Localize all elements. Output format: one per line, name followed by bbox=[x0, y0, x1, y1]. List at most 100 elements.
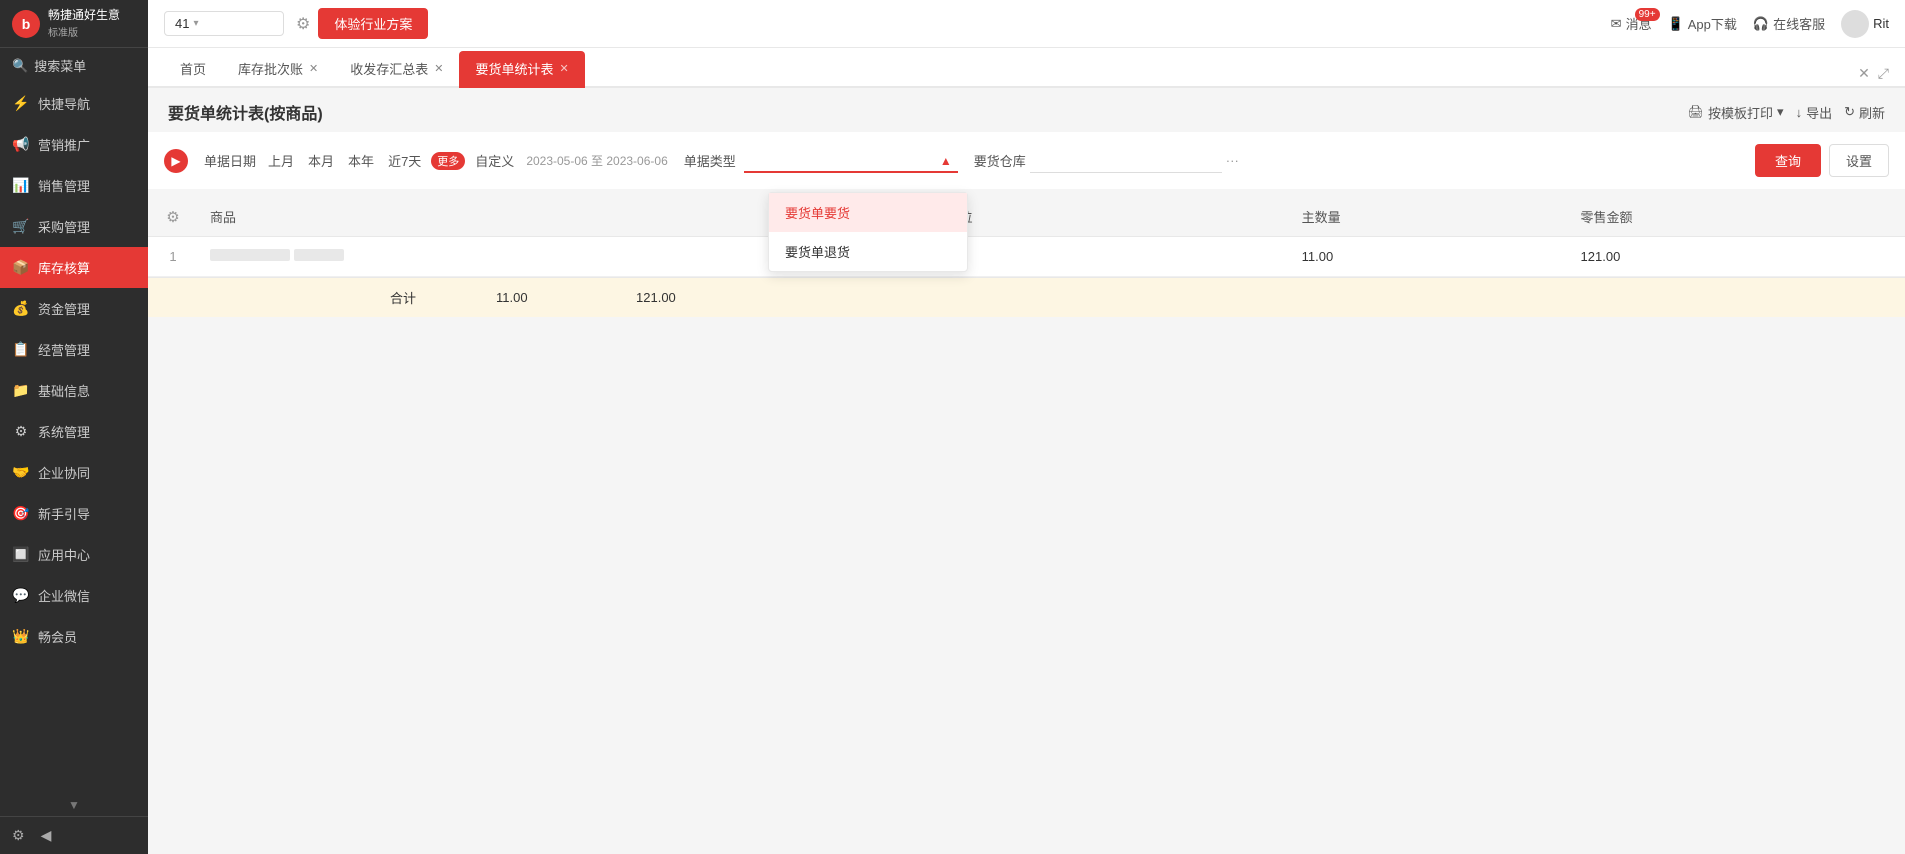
sidebar-item-label: 快捷导航 bbox=[38, 94, 90, 113]
doc-type-label: 单据类型 bbox=[684, 151, 736, 170]
goods-placeholder-2 bbox=[294, 249, 344, 261]
tab-order-stats-close[interactable]: ✕ bbox=[560, 62, 569, 75]
sidebar-item-basic-info[interactable]: 📁 基础信息 bbox=[0, 370, 148, 411]
refresh-button[interactable]: ↻ 刷新 bbox=[1844, 103, 1885, 122]
sidebar-item-system[interactable]: ⚙ 系统管理 bbox=[0, 411, 148, 452]
doc-type-input[interactable] bbox=[744, 148, 958, 173]
tabs-actions: ✕ ⤢ bbox=[1858, 65, 1889, 86]
sidebar-item-label: 营销推广 bbox=[38, 135, 90, 154]
filter-expand-button[interactable]: ▶ bbox=[164, 149, 188, 173]
trial-button[interactable]: 体验行业方案 bbox=[318, 8, 428, 39]
sidebar-item-operations[interactable]: 📋 经营管理 bbox=[0, 329, 148, 370]
date-filter-label: 单据日期 bbox=[204, 151, 256, 170]
warehouse-more-icon[interactable]: ··· bbox=[1226, 153, 1239, 168]
user-avatar bbox=[1841, 10, 1869, 38]
sidebar-item-label: 应用中心 bbox=[38, 545, 90, 564]
date-range-display: 2023-05-06 至 2023-06-06 bbox=[526, 152, 667, 169]
topbar-settings-icon[interactable]: ⚙ bbox=[296, 14, 310, 34]
message-icon: ✉ bbox=[1611, 16, 1622, 32]
date-btn-this-month[interactable]: 本月 bbox=[304, 149, 338, 172]
marketing-icon: 📢 bbox=[12, 136, 30, 153]
finance-icon: 💰 bbox=[12, 300, 30, 317]
print-template-label: 按模板打印 bbox=[1708, 103, 1773, 122]
sidebar-item-members[interactable]: 👑 畅会员 bbox=[0, 616, 148, 657]
date-btn-more[interactable]: 更多 bbox=[431, 152, 465, 170]
th-amount: 零售金额 bbox=[1569, 197, 1905, 237]
doc-type-select-wrapper: ▲ bbox=[744, 148, 958, 173]
wechat-icon: 💬 bbox=[12, 587, 30, 604]
dropdown-item-order-goods[interactable]: 要货单要货 bbox=[769, 193, 967, 232]
tab-receive-summary[interactable]: 收发存汇总表 ✕ bbox=[334, 51, 459, 88]
sidebar-settings-icon[interactable]: ⚙ bbox=[12, 827, 25, 844]
message-badge: 99+ bbox=[1635, 8, 1660, 21]
row-quantity: 11.00 bbox=[1290, 237, 1569, 277]
table-row: 1 块 11.00 121.00 bbox=[148, 237, 1905, 277]
sidebar-item-wechat[interactable]: 💬 企业微信 bbox=[0, 575, 148, 616]
sidebar-search[interactable]: 🔍 搜索菜单 bbox=[0, 48, 148, 83]
print-template-button[interactable]: 🖨 按模板打印 ▾ bbox=[1688, 103, 1784, 122]
date-btn-this-year[interactable]: 本年 bbox=[344, 149, 378, 172]
logo-area: b 畅捷通好生意 标准版 bbox=[0, 0, 148, 48]
tab-batch-account-close[interactable]: ✕ bbox=[309, 62, 318, 75]
app-name: 畅捷通好生意 bbox=[48, 8, 120, 24]
footer-label: 合计 bbox=[390, 288, 416, 307]
print-chevron-icon: ▾ bbox=[1777, 104, 1784, 120]
online-service-button[interactable]: 🎧 在线客服 bbox=[1753, 14, 1825, 33]
sidebar-item-label: 基础信息 bbox=[38, 381, 90, 400]
tab-home-label: 首页 bbox=[180, 59, 206, 78]
sidebar-item-inventory[interactable]: 📦 库存核算 bbox=[0, 247, 148, 288]
main-area: 41 ▾ ⚙ 体验行业方案 ✉ 消息 99+ 📱 App下载 🎧 在线客服 R bbox=[148, 0, 1905, 854]
system-icon: ⚙ bbox=[12, 423, 30, 440]
sidebar-item-finance[interactable]: 💰 资金管理 bbox=[0, 288, 148, 329]
sidebar-item-guide[interactable]: 🎯 新手引导 bbox=[0, 493, 148, 534]
warehouse-filter-group: 要货仓库 ··· bbox=[974, 149, 1239, 173]
table-header-row: ⚙ 商品 主计量单位 主数量 零售金额 bbox=[148, 197, 1905, 237]
sidebar-item-marketing[interactable]: 📢 营销推广 bbox=[0, 124, 148, 165]
guide-icon: 🎯 bbox=[12, 505, 30, 522]
sidebar-item-label: 经营管理 bbox=[38, 340, 90, 359]
phone-icon: 📱 bbox=[1668, 16, 1684, 32]
headset-icon: 🎧 bbox=[1753, 16, 1769, 32]
settings-icon: ⚙ bbox=[166, 209, 179, 226]
sidebar-item-purchase[interactable]: 🛒 采购管理 bbox=[0, 206, 148, 247]
refresh-icon: ↻ bbox=[1844, 104, 1855, 120]
sidebar-item-quick-nav[interactable]: ⚡ 快捷导航 bbox=[0, 83, 148, 124]
doc-type-dropdown: 要货单要货 要货单退货 bbox=[768, 192, 968, 272]
sidebar-item-label: 库存核算 bbox=[38, 258, 90, 277]
tab-order-stats-label: 要货单统计表 bbox=[475, 59, 553, 78]
store-selector[interactable]: 41 ▾ bbox=[164, 11, 284, 36]
sidebar-scroll-down[interactable]: ▼ bbox=[0, 794, 148, 816]
sidebar-item-label: 企业微信 bbox=[38, 586, 90, 605]
filter-actions: 查询 设置 bbox=[1755, 144, 1889, 177]
filter-settings-button[interactable]: 设置 bbox=[1829, 144, 1889, 177]
data-table-wrapper: ⚙ 商品 主计量单位 主数量 零售金额 1 bbox=[148, 197, 1905, 277]
sidebar-collapse-icon[interactable]: ◀ bbox=[41, 827, 52, 844]
th-settings[interactable]: ⚙ bbox=[148, 197, 198, 237]
dropdown-item-order-return[interactable]: 要货单退货 bbox=[769, 232, 967, 271]
tabs-expand-icon[interactable]: ⤢ bbox=[1878, 65, 1889, 82]
date-btn-last-month[interactable]: 上月 bbox=[264, 149, 298, 172]
app-center-icon: 🔲 bbox=[12, 546, 30, 563]
tab-order-stats[interactable]: 要货单统计表 ✕ bbox=[459, 51, 584, 88]
enterprise-icon: 🤝 bbox=[12, 464, 30, 481]
tab-home[interactable]: 首页 bbox=[164, 51, 222, 88]
warehouse-label: 要货仓库 bbox=[974, 151, 1026, 170]
sidebar-item-sales[interactable]: 📊 销售管理 bbox=[0, 165, 148, 206]
sidebar-item-label: 采购管理 bbox=[38, 217, 90, 236]
export-button[interactable]: ↓ 导出 bbox=[1796, 103, 1833, 122]
user-menu[interactable]: Rit bbox=[1841, 10, 1889, 38]
tabs-close-all-icon[interactable]: ✕ bbox=[1858, 65, 1870, 82]
query-button[interactable]: 查询 bbox=[1755, 144, 1821, 177]
row-num: 1 bbox=[148, 237, 198, 277]
tab-receive-summary-close[interactable]: ✕ bbox=[434, 62, 443, 75]
messages-button[interactable]: ✉ 消息 99+ bbox=[1611, 14, 1652, 33]
tab-batch-account[interactable]: 库存批次账 ✕ bbox=[222, 51, 334, 88]
app-download-button[interactable]: 📱 App下载 bbox=[1668, 14, 1737, 33]
warehouse-input[interactable] bbox=[1030, 149, 1222, 173]
date-btn-custom[interactable]: 自定义 bbox=[471, 149, 518, 172]
goods-placeholder bbox=[210, 249, 290, 261]
sidebar-item-enterprise[interactable]: 🤝 企业协同 bbox=[0, 452, 148, 493]
sidebar-nav: ⚡ 快捷导航 📢 营销推广 📊 销售管理 🛒 采购管理 📦 库存核算 💰 资金管… bbox=[0, 83, 148, 794]
date-btn-7days[interactable]: 近7天 bbox=[384, 149, 425, 172]
sidebar-item-app-center[interactable]: 🔲 应用中心 bbox=[0, 534, 148, 575]
